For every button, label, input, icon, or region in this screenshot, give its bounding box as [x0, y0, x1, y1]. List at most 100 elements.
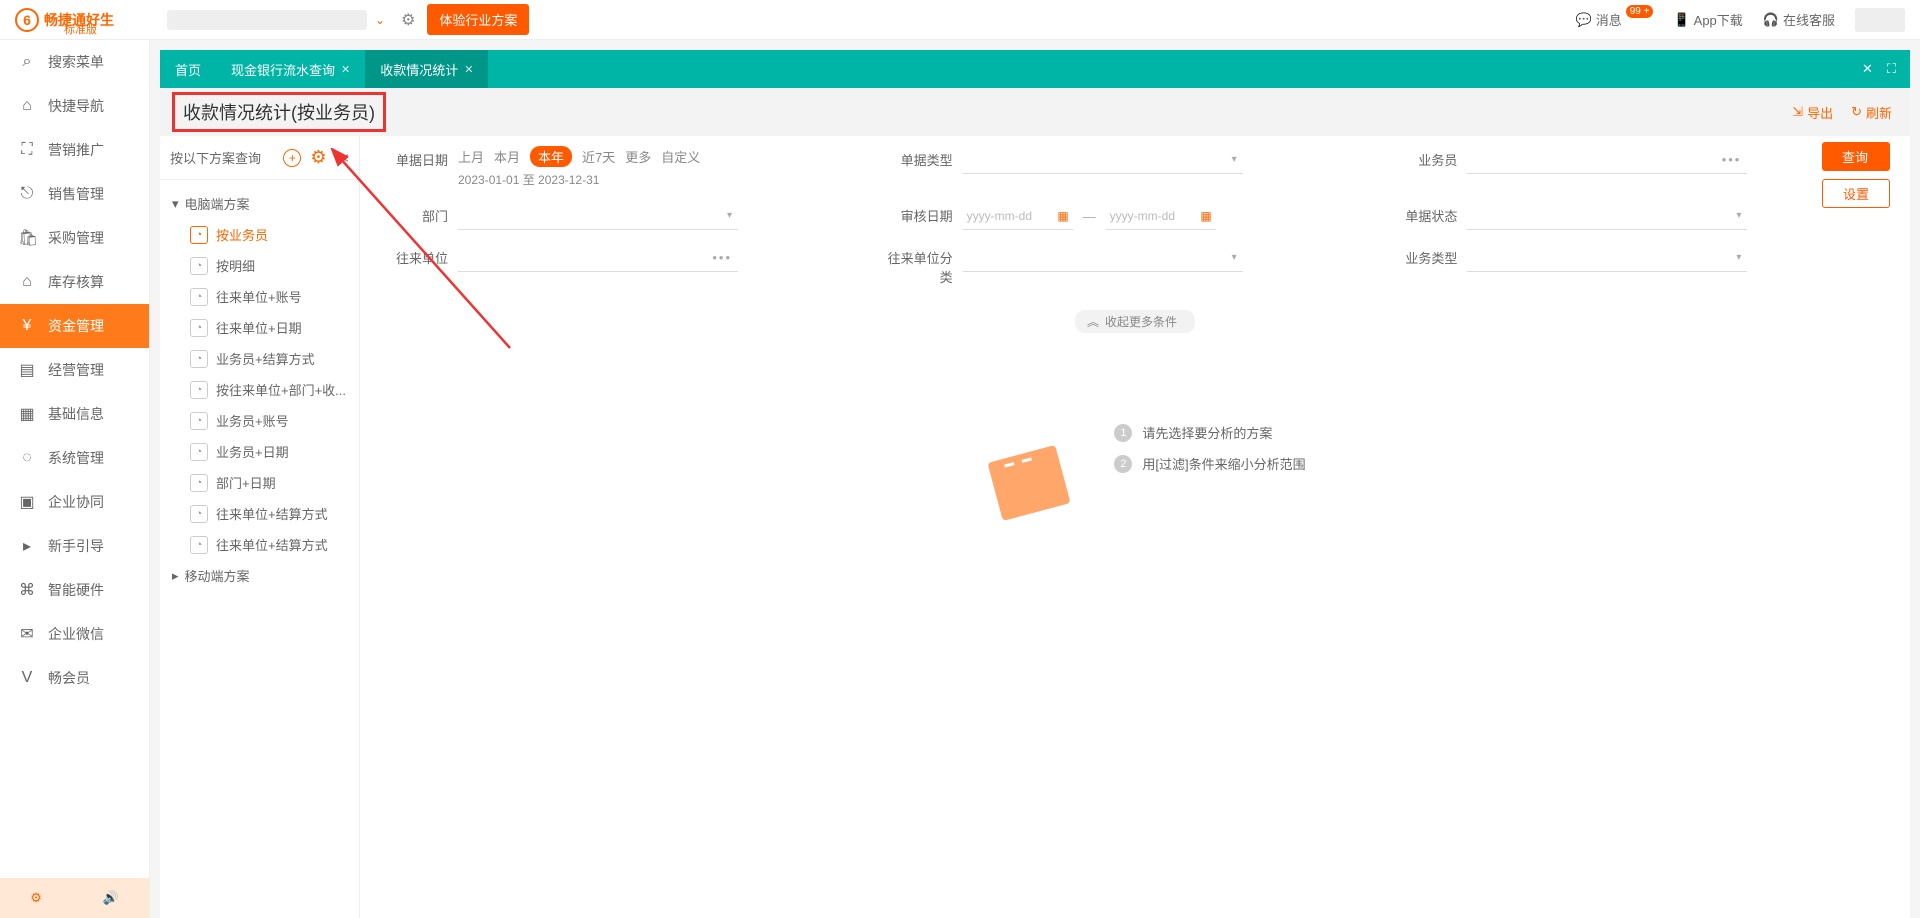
body-area: 按以下方案查询 + ⚙ ≪ ▾电脑端方案◔按业务员◔按明细◔往来单位+账号◔往来… — [160, 136, 1910, 918]
app-download-label: App下载 — [1694, 10, 1743, 29]
nav-icon: ▦ — [18, 404, 36, 424]
scheme-item[interactable]: ◔按明细 — [160, 250, 359, 281]
doc-type-select[interactable]: ▾ — [963, 146, 1243, 174]
page-title: 收款情况统计(按业务员) — [183, 103, 375, 123]
fullscreen-icon[interactable]: ⛶ — [1887, 61, 1896, 77]
scheme-item-label: 按明细 — [216, 256, 255, 275]
nav-icon: 🛍 — [18, 228, 36, 248]
nav-label: 新手引导 — [48, 536, 104, 556]
tab-首页[interactable]: 首页 — [160, 50, 216, 88]
date-tab-自定义[interactable]: 自定义 — [661, 147, 700, 166]
tab-close-icon[interactable]: ✕ — [1862, 61, 1873, 77]
scheme-item[interactable]: ◔往来单位+结算方式 — [160, 529, 359, 560]
sidebar-item-营销推广[interactable]: ⛶营销推广 — [0, 128, 149, 172]
date-tab-本年[interactable]: 本年 — [530, 146, 572, 167]
sidebar-item-经营管理[interactable]: ▤经营管理 — [0, 348, 149, 392]
scheme-item-label: 按业务员 — [216, 225, 268, 244]
scheme-item-icon: ◔ — [190, 505, 208, 523]
nav-label: 营销推广 — [48, 140, 104, 160]
settings-button[interactable]: 设置 — [1822, 179, 1890, 208]
scheme-item-icon: ◔ — [190, 412, 208, 430]
audit-date-label: 审核日期 — [883, 202, 953, 225]
refresh-button[interactable]: ↻刷新 — [1851, 103, 1892, 122]
sidebar-item-销售管理[interactable]: ⎋销售管理 — [0, 172, 149, 216]
doc-type-label: 单据类型 — [883, 146, 953, 169]
sidebar-item-库存核算[interactable]: ⌂库存核算 — [0, 260, 149, 304]
industry-plan-button[interactable]: 体验行业方案 — [427, 4, 529, 35]
date-tab-上月[interactable]: 上月 — [458, 147, 484, 166]
org-selector[interactable]: ⌄ ⚙ — [167, 10, 415, 30]
group-label: 电脑端方案 — [185, 194, 250, 213]
scheme-item[interactable]: ◔业务员+账号 — [160, 405, 359, 436]
sidebar-item-企业协同[interactable]: ▣企业协同 — [0, 480, 149, 524]
scheme-item[interactable]: ◔按往来单位+部门+收... — [160, 374, 359, 405]
sidebar-item-畅会员[interactable]: V畅会员 — [0, 656, 149, 700]
scheme-item[interactable]: ◔往来单位+账号 — [160, 281, 359, 312]
date-placeholder: yyyy-mm-dd — [967, 209, 1032, 223]
sidebar-item-快捷导航[interactable]: ⌂快捷导航 — [0, 84, 149, 128]
audit-date-to[interactable]: yyyy-mm-dd▦ — [1106, 202, 1216, 230]
query-button[interactable]: 查询 — [1822, 142, 1890, 171]
nav-icon: ⌂ — [18, 97, 36, 115]
tab-close-icon[interactable]: ✕ — [341, 63, 350, 76]
sound-icon[interactable]: 🔊 — [103, 890, 119, 906]
support-button[interactable]: 🎧 在线客服 — [1763, 10, 1835, 29]
tab-close-icon[interactable]: ✕ — [464, 63, 473, 76]
date-tab-更多[interactable]: 更多 — [625, 147, 651, 166]
settings-icon[interactable]: ⚙ — [30, 890, 42, 906]
sidebar-item-新手引导[interactable]: ▸ 新手引导 — [0, 524, 149, 568]
tree-group[interactable]: ▾电脑端方案 — [160, 188, 359, 219]
org-name-placeholder — [167, 10, 367, 30]
audit-date-from[interactable]: yyyy-mm-dd▦ — [963, 202, 1073, 230]
refresh-icon: ↻ — [1851, 104, 1862, 120]
add-scheme-icon[interactable]: + — [283, 149, 301, 167]
scheme-item[interactable]: ◔业务员+结算方式 — [160, 343, 359, 374]
nav-icon: V — [18, 669, 36, 687]
scheme-item[interactable]: ◔业务员+日期 — [160, 436, 359, 467]
tree-group[interactable]: ▸移动端方案 — [160, 560, 359, 591]
dept-select[interactable]: ▾ — [458, 202, 738, 230]
collapse-label: 收起更多条件 — [1105, 313, 1177, 330]
partner-select[interactable]: ••• — [458, 244, 738, 272]
scheme-item[interactable]: ◔往来单位+日期 — [160, 312, 359, 343]
sidebar-item-采购管理[interactable]: 🛍采购管理 — [0, 216, 149, 260]
messages-label: 消息 — [1596, 10, 1622, 29]
app-download-button[interactable]: 📱 App下载 — [1673, 10, 1742, 29]
nav-icon: ▸ — [18, 536, 36, 556]
scheme-item[interactable]: ◔部门+日期 — [160, 467, 359, 498]
user-avatar[interactable] — [1855, 8, 1905, 32]
collapse-filters-button[interactable]: ︽ 收起更多条件 — [1075, 310, 1195, 333]
logo-icon: 6 — [15, 8, 39, 32]
chevron-down-icon: ▾ — [727, 210, 732, 221]
biz-type-select[interactable]: ▾ — [1467, 244, 1747, 272]
date-tab-本月[interactable]: 本月 — [494, 147, 520, 166]
collapse-left-icon[interactable]: ≪ — [335, 150, 349, 166]
scheme-item-icon: ◔ — [190, 474, 208, 492]
scheme-item[interactable]: ◔往来单位+结算方式 — [160, 498, 359, 529]
sidebar-item-系统管理[interactable]: ◌系统管理 — [0, 436, 149, 480]
nav-label: 企业微信 — [48, 624, 104, 644]
doc-status-label: 单据状态 — [1387, 202, 1457, 225]
export-label: 导出 — [1807, 103, 1833, 122]
export-button[interactable]: ⇲导出 — [1792, 103, 1833, 122]
scheme-settings-icon[interactable]: ⚙ — [309, 149, 327, 167]
gear-icon[interactable]: ⚙ — [401, 10, 415, 30]
sidebar-item-企业微信[interactable]: ✉企业微信 — [0, 612, 149, 656]
sidebar-item-基础信息[interactable]: ▦基础信息 — [0, 392, 149, 436]
doc-status-select[interactable]: ▾ — [1467, 202, 1747, 230]
scheme-item[interactable]: ◔按业务员 — [160, 219, 359, 250]
messages-button[interactable]: 💬 消息 99 + — [1576, 10, 1654, 29]
support-label: 在线客服 — [1783, 10, 1835, 29]
tab-现金银行流水查询[interactable]: 现金银行流水查询✕ — [216, 50, 365, 88]
nav-icon: ⌘ — [18, 580, 36, 600]
sidebar-item-搜索菜单[interactable]: ⌕搜索菜单 — [0, 40, 149, 84]
nav-label: 销售管理 — [48, 184, 104, 204]
date-tab-近7天[interactable]: 近7天 — [582, 147, 615, 166]
tab-收款情况统计[interactable]: 收款情况统计✕ — [365, 50, 488, 88]
sidebar-item-资金管理[interactable]: ¥资金管理 — [0, 304, 149, 348]
salesman-select[interactable]: ••• — [1467, 146, 1747, 174]
messages-badge: 99 + — [1626, 5, 1654, 18]
scheme-item-icon: ◔ — [190, 381, 208, 399]
partner-class-select[interactable]: ▾ — [963, 244, 1243, 272]
sidebar-item-智能硬件[interactable]: ⌘智能硬件 — [0, 568, 149, 612]
